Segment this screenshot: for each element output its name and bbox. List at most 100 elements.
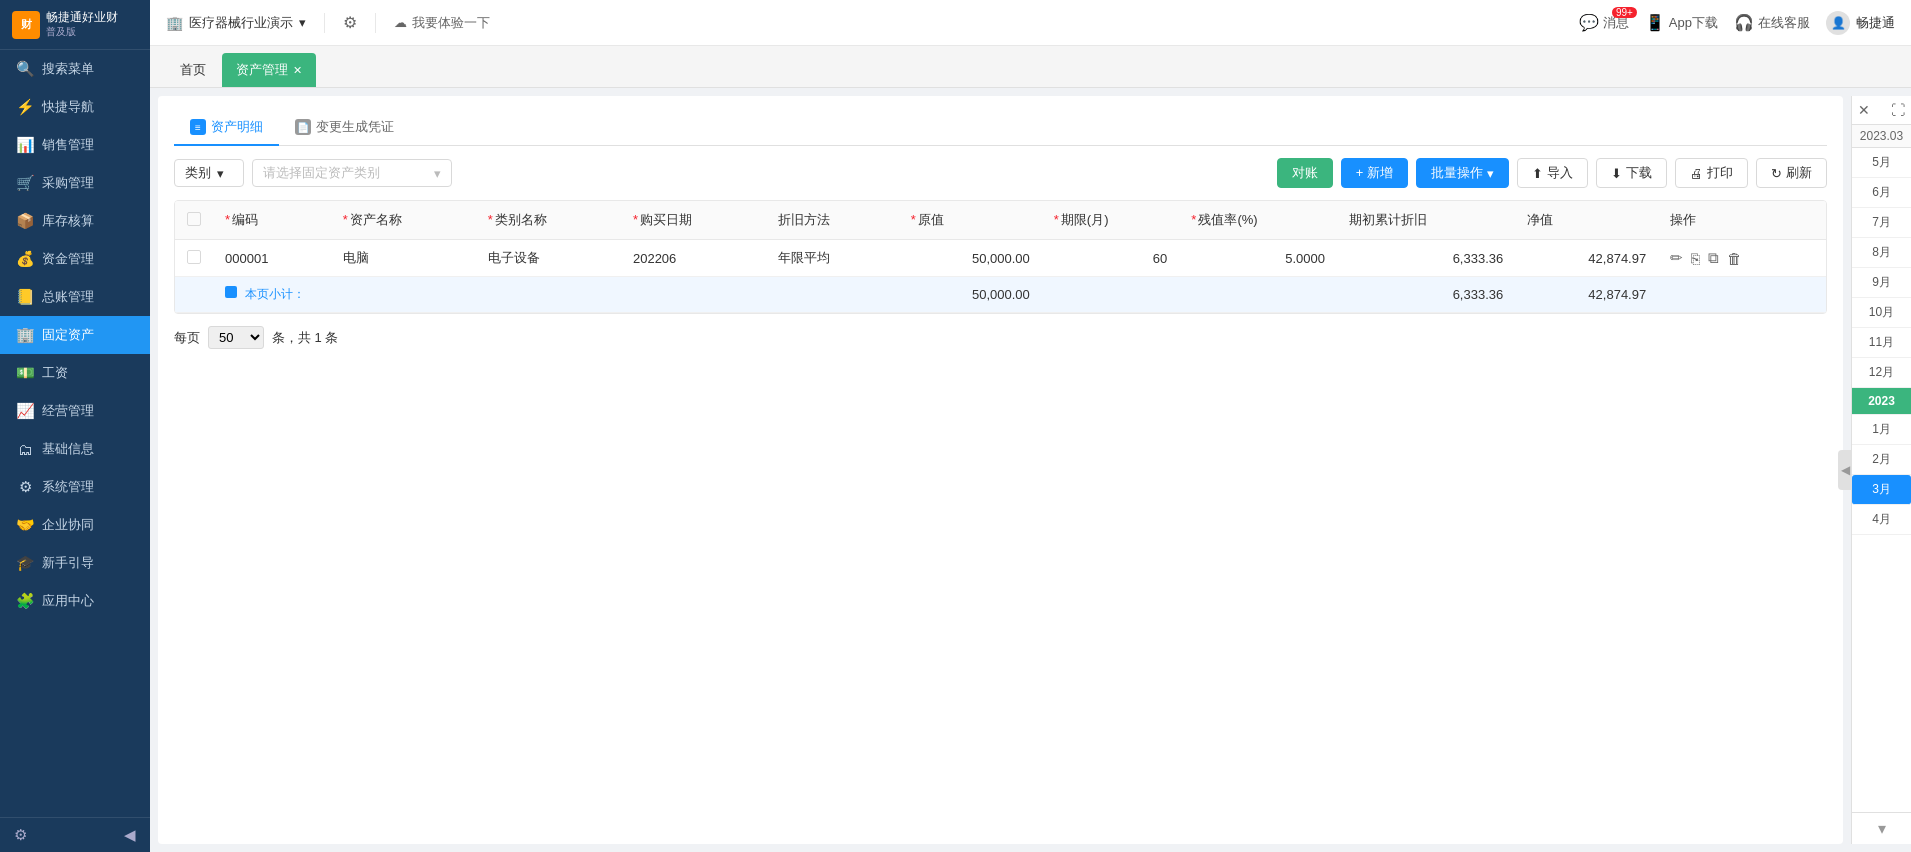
month-item[interactable]: 12月 (1852, 358, 1911, 388)
month-item[interactable]: 4月 (1852, 505, 1911, 535)
row-original-value: 50,000.00 (899, 240, 1042, 277)
category-label: 类别 (185, 164, 211, 182)
sidebar-item-fixedasset[interactable]: 🏢固定资产 (0, 316, 150, 354)
month-item[interactable]: 11月 (1852, 328, 1911, 358)
row-name: 电脑 (331, 240, 476, 277)
sub-tab-change-voucher-label: 变更生成凭证 (316, 118, 394, 136)
select-all-checkbox[interactable] (187, 212, 201, 226)
avatar: 👤 (1826, 11, 1850, 35)
import-button[interactable]: ⬆ 导入 (1517, 158, 1588, 188)
user-profile[interactable]: 👤 畅捷通 (1826, 11, 1895, 35)
sidebar-item-purchase[interactable]: 🛒采购管理 (0, 164, 150, 202)
sidebar-icon-inventory: 📦 (16, 212, 34, 230)
sidebar-icon-salary: 💵 (16, 364, 34, 382)
print-button[interactable]: 🖨 打印 (1675, 158, 1748, 188)
messages-icon: 💬 (1579, 13, 1599, 32)
right-panel-collapse-btn[interactable]: ▾ (1878, 819, 1886, 838)
sidebar-label-sales: 销售管理 (42, 136, 94, 154)
month-item[interactable]: 10月 (1852, 298, 1911, 328)
row-checkbox[interactable] (187, 250, 201, 264)
sidebar-item-sales[interactable]: 📊销售管理 (0, 126, 150, 164)
right-panel: ◀ ✕ ⛶ 2023.03 5月6月7月8月9月10月11月12月20231月2… (1851, 96, 1911, 844)
sidebar-item-ledger[interactable]: 📒总账管理 (0, 278, 150, 316)
refresh-button[interactable]: ↻ 刷新 (1756, 158, 1827, 188)
tab-home[interactable]: 首页 (166, 53, 220, 87)
sidebar-collapse-icon[interactable]: ◀ (124, 826, 136, 844)
sidebar-scroll: 🔍搜索菜单⚡快捷导航📊销售管理🛒采购管理📦库存核算💰资金管理📒总账管理🏢固定资产… (0, 50, 150, 817)
category-value-select[interactable]: 请选择固定资产类别 ▾ (252, 159, 452, 187)
subtotal-residual-rate (1179, 277, 1337, 313)
row-residual-rate: 5.0000 (1179, 240, 1337, 277)
per-page-select[interactable]: 50 10 20 100 (208, 326, 264, 349)
month-item[interactable]: 5月 (1852, 148, 1911, 178)
right-panel-expand-icon[interactable]: ⛶ (1891, 102, 1905, 118)
sidebar-label-quicknav: 快捷导航 (42, 98, 94, 116)
sidebar-icon-cooperate: 🤝 (16, 516, 34, 534)
month-item[interactable]: 1月 (1852, 415, 1911, 445)
month-item[interactable]: 7月 (1852, 208, 1911, 238)
new-button[interactable]: + 新增 (1341, 158, 1408, 188)
sidebar-label-system: 系统管理 (42, 478, 94, 496)
row-category: 电子设备 (476, 240, 621, 277)
sidebar-item-appcenter[interactable]: 🧩应用中心 (0, 582, 150, 620)
header-category: *类别名称 (476, 201, 621, 240)
messages-button[interactable]: 💬 消息 99+ (1579, 13, 1629, 32)
sidebar-item-quicknav[interactable]: ⚡快捷导航 (0, 88, 150, 126)
right-panel-header: ✕ ⛶ (1852, 96, 1911, 125)
sidebar-item-cooperate[interactable]: 🤝企业协同 (0, 506, 150, 544)
sidebar-settings-icon[interactable]: ⚙ (14, 826, 27, 844)
category-value-dropdown-icon: ▾ (434, 166, 441, 181)
sub-tab-change-voucher[interactable]: 📄 变更生成凭证 (279, 110, 410, 146)
pagination: 每页 50 10 20 100 条，共 1 条 (174, 326, 1827, 349)
category-filter[interactable]: 类别 ▾ (174, 159, 244, 187)
subtotal-label: 本页小计： (245, 287, 305, 301)
sidebar-logo: 财 畅捷通好业财 普及版 (0, 0, 150, 50)
subtotal-period-accum-depreciation: 6,333.36 (1337, 277, 1515, 313)
month-item[interactable]: 6月 (1852, 178, 1911, 208)
sidebar: 财 畅捷通好业财 普及版 🔍搜索菜单⚡快捷导航📊销售管理🛒采购管理📦库存核算💰资… (0, 0, 150, 852)
app-download-button[interactable]: 📱 App下载 (1645, 13, 1718, 32)
row-code: 000001 (213, 240, 331, 277)
right-panel-close-icon[interactable]: ✕ (1858, 102, 1870, 118)
sidebar-label-salary: 工资 (42, 364, 68, 382)
header-original-value: *原值 (899, 201, 1042, 240)
sidebar-item-system[interactable]: ⚙系统管理 (0, 468, 150, 506)
copy-icon[interactable]: ⎘ (1691, 250, 1700, 267)
delete-icon[interactable]: 🗑 (1727, 250, 1742, 267)
batch-ops-label: 批量操作 (1431, 164, 1483, 182)
tab-home-label: 首页 (180, 61, 206, 79)
sidebar-item-inventory[interactable]: 📦库存核算 (0, 202, 150, 240)
sidebar-item-capital[interactable]: 💰资金管理 (0, 240, 150, 278)
company-selector[interactable]: 🏢 医疗器械行业演示 ▾ (166, 14, 306, 32)
month-item[interactable]: 2月 (1852, 445, 1911, 475)
right-panel-toggle[interactable]: ◀ (1838, 450, 1852, 490)
sidebar-item-operation[interactable]: 📈经营管理 (0, 392, 150, 430)
sidebar-icon-appcenter: 🧩 (16, 592, 34, 610)
sidebar-item-basic[interactable]: 🗂基础信息 (0, 430, 150, 468)
online-service-button[interactable]: 🎧 在线客服 (1734, 13, 1810, 32)
more-icon[interactable]: ⧉ (1708, 249, 1719, 267)
edit-icon[interactable]: ✏ (1670, 249, 1683, 267)
sidebar-item-salary[interactable]: 💵 工资 (0, 354, 150, 392)
topbar-settings-icon[interactable]: ⚙ (343, 13, 357, 32)
reconcile-button[interactable]: 对账 (1277, 158, 1333, 188)
right-panel-bottom: ▾ (1852, 812, 1911, 844)
topbar-right: 💬 消息 99+ 📱 App下载 🎧 在线客服 👤 畅捷通 (1579, 11, 1895, 35)
tab-asset-mgmt[interactable]: 资产管理 ✕ (222, 53, 316, 87)
download-button[interactable]: ⬇ 下载 (1596, 158, 1667, 188)
logo-text: 畅捷通好业财 (46, 10, 118, 26)
header-period-accum-depreciation: 期初累计折旧 (1337, 201, 1515, 240)
sidebar-bottom: ⚙ ◀ (0, 817, 150, 852)
header-checkbox-cell (175, 201, 213, 240)
topbar-divider (324, 13, 325, 33)
sidebar-label-purchase: 采购管理 (42, 174, 94, 192)
tab-close-icon[interactable]: ✕ (293, 64, 302, 77)
experience-button[interactable]: ☁ 我要体验一下 (394, 14, 490, 32)
month-item[interactable]: 8月 (1852, 238, 1911, 268)
sidebar-item-guide[interactable]: 🎓新手引导 (0, 544, 150, 582)
batch-ops-button[interactable]: 批量操作 ▾ (1416, 158, 1509, 188)
sidebar-item-search[interactable]: 🔍搜索菜单 (0, 50, 150, 88)
sub-tab-asset-detail[interactable]: ≡ 资产明细 (174, 110, 279, 146)
month-item[interactable]: 3月 (1852, 475, 1911, 505)
month-item[interactable]: 9月 (1852, 268, 1911, 298)
